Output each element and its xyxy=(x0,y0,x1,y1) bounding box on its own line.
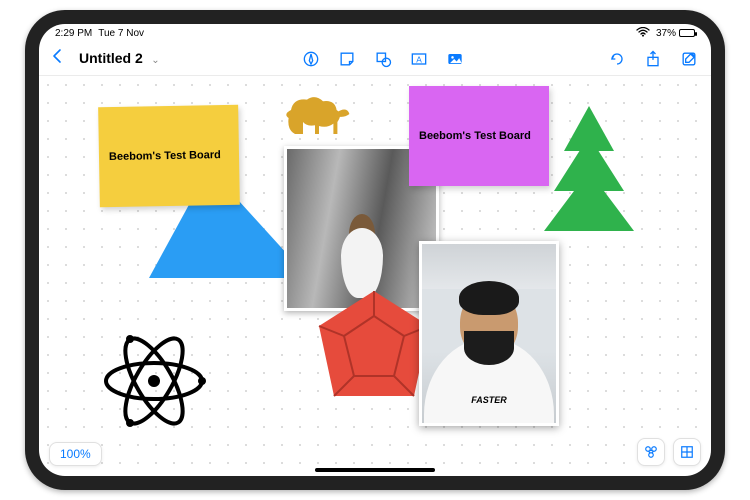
text-tool-button[interactable]: A xyxy=(409,49,429,69)
sticky-note-yellow[interactable]: Beebom's Test Board xyxy=(98,105,240,207)
home-indicator[interactable] xyxy=(315,468,435,472)
sticky-note-text: Beebom's Test Board xyxy=(109,149,221,163)
board-title[interactable]: Untitled 2 xyxy=(79,50,143,66)
status-time: 2:29 PM xyxy=(55,28,92,39)
grid-toggle-button[interactable] xyxy=(673,438,701,466)
sticky-note-text: Beebom's Test Board xyxy=(419,130,531,142)
shape-tree[interactable] xyxy=(549,106,629,236)
shirt-text: FASTER xyxy=(471,395,507,405)
sticker-lion[interactable] xyxy=(279,88,359,148)
wifi-icon xyxy=(636,27,650,40)
back-button[interactable] xyxy=(51,48,63,69)
sticky-note-tool-button[interactable] xyxy=(337,49,357,69)
sticker-atom[interactable] xyxy=(99,326,209,436)
collaboration-button[interactable] xyxy=(637,438,665,466)
ipad-frame: 2:29 PM Tue 7 Nov 37% Untitled 2 xyxy=(25,10,725,490)
title-dropdown-icon[interactable]: ⌄ xyxy=(151,55,159,66)
battery-pct: 37% xyxy=(656,28,676,39)
zoom-value: 100% xyxy=(60,447,91,461)
svg-text:A: A xyxy=(417,54,423,64)
bottom-right-controls xyxy=(637,438,701,466)
shape-tool-button[interactable] xyxy=(373,49,393,69)
undo-button[interactable] xyxy=(607,49,627,69)
new-board-button[interactable] xyxy=(679,49,699,69)
media-tool-button[interactable] xyxy=(445,49,465,69)
status-date: Tue 7 Nov xyxy=(98,28,144,39)
sticky-note-magenta[interactable]: Beebom's Test Board xyxy=(409,86,549,186)
screen: 2:29 PM Tue 7 Nov 37% Untitled 2 xyxy=(39,24,711,476)
battery-indicator: 37% xyxy=(656,28,695,39)
share-button[interactable] xyxy=(643,49,663,69)
photo-selfie-2[interactable]: FASTER xyxy=(419,241,559,426)
pen-tool-button[interactable] xyxy=(301,49,321,69)
freeform-canvas[interactable]: Beebom's Test Board Beebom's Test Board xyxy=(39,76,711,476)
zoom-level-button[interactable]: 100% xyxy=(49,442,102,466)
toolbar: Untitled 2 ⌄ A xyxy=(39,42,711,76)
status-bar: 2:29 PM Tue 7 Nov 37% xyxy=(39,24,711,42)
